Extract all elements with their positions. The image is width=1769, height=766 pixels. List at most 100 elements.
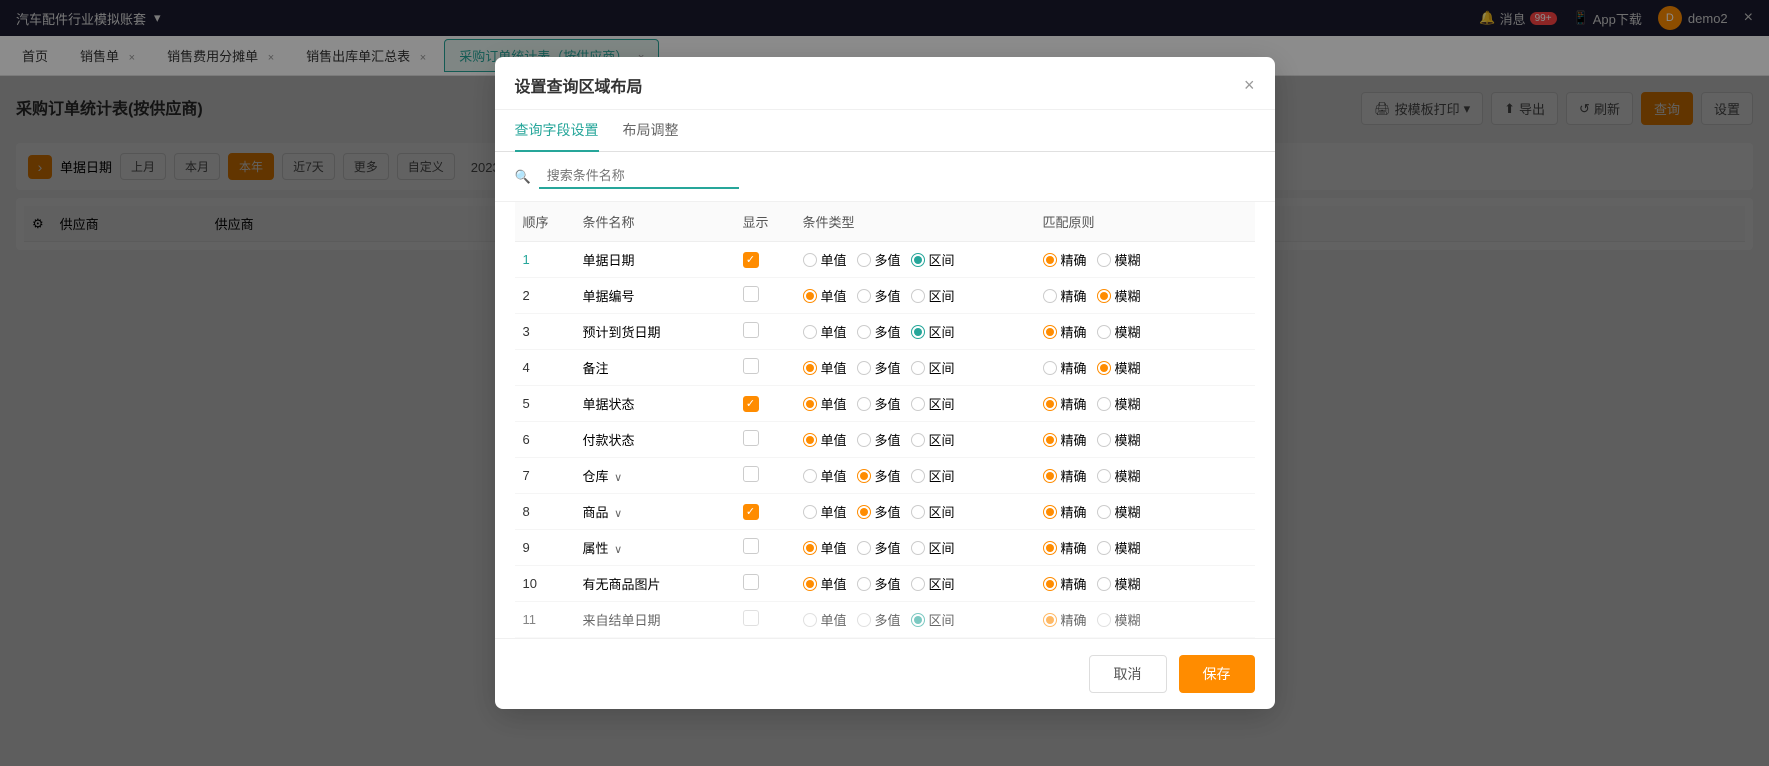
display-checkbox[interactable] — [743, 286, 803, 305]
match-exact[interactable]: 精确 — [1043, 574, 1087, 593]
match-exact[interactable]: 精确 — [1043, 286, 1087, 305]
type-multi[interactable]: 多值 — [857, 358, 901, 377]
type-multi[interactable]: 多值 — [857, 286, 901, 305]
match-fuzzy[interactable]: 模糊 — [1097, 430, 1141, 449]
match-fuzzy[interactable]: 模糊 — [1097, 574, 1141, 593]
type-single[interactable]: 单值 — [803, 322, 847, 341]
match-exact[interactable]: 精确 — [1043, 250, 1087, 269]
cancel-button[interactable]: 取消 — [1089, 655, 1167, 693]
col-header-order: 顺序 — [523, 212, 583, 231]
match-exact[interactable]: 精确 — [1043, 322, 1087, 341]
type-radio-group: 单值 多值 区间 — [803, 466, 1043, 485]
type-range[interactable]: 区间 — [911, 358, 955, 377]
type-multi[interactable]: 多值 — [857, 574, 901, 593]
type-range[interactable]: 区间 — [911, 538, 955, 557]
type-multi[interactable]: 多值 — [857, 538, 901, 557]
dialog-tab-query-fields[interactable]: 查询字段设置 — [515, 110, 599, 152]
search-input[interactable] — [539, 164, 739, 189]
display-checkbox[interactable] — [743, 538, 803, 557]
match-exact[interactable]: 精确 — [1043, 502, 1087, 521]
type-single[interactable]: 单值 — [803, 250, 847, 269]
type-multi[interactable]: 多值 — [857, 502, 901, 521]
type-multi[interactable]: 多值 — [857, 430, 901, 449]
checkbox-checked[interactable] — [743, 252, 759, 268]
checkbox-unchecked[interactable] — [743, 466, 759, 482]
type-range[interactable]: 区间 — [911, 250, 955, 269]
checkbox-unchecked[interactable] — [743, 574, 759, 590]
type-multi[interactable]: 多值 — [857, 610, 901, 629]
type-range[interactable]: 区间 — [911, 394, 955, 413]
row-num: 4 — [523, 360, 583, 375]
type-range[interactable]: 区间 — [911, 610, 955, 629]
type-range[interactable]: 区间 — [911, 502, 955, 521]
table-row: 5 单据状态 单值 多值 区间 精确 模糊 — [515, 386, 1255, 422]
checkbox-unchecked[interactable] — [743, 610, 759, 626]
display-checkbox[interactable] — [743, 251, 803, 268]
type-range[interactable]: 区间 — [911, 574, 955, 593]
match-exact[interactable]: 精确 — [1043, 538, 1087, 557]
match-radio-group: 精确 模糊 — [1043, 286, 1243, 305]
type-single[interactable]: 单值 — [803, 538, 847, 557]
type-single[interactable]: 单值 — [803, 358, 847, 377]
type-single[interactable]: 单值 — [803, 502, 847, 521]
display-checkbox[interactable] — [743, 503, 803, 520]
checkbox-unchecked[interactable] — [743, 358, 759, 374]
match-exact[interactable]: 精确 — [1043, 466, 1087, 485]
checkbox-unchecked[interactable] — [743, 286, 759, 302]
match-fuzzy[interactable]: 模糊 — [1097, 358, 1141, 377]
display-checkbox[interactable] — [743, 574, 803, 593]
match-exact[interactable]: 精确 — [1043, 358, 1087, 377]
checkbox-unchecked[interactable] — [743, 430, 759, 446]
display-checkbox[interactable] — [743, 322, 803, 341]
match-radio-group: 精确 模糊 — [1043, 430, 1243, 449]
type-multi[interactable]: 多值 — [857, 322, 901, 341]
match-fuzzy[interactable]: 模糊 — [1097, 538, 1141, 557]
checkbox-checked[interactable] — [743, 396, 759, 412]
display-checkbox[interactable] — [743, 430, 803, 449]
type-radio-group: 单值 多值 区间 — [803, 286, 1043, 305]
type-single[interactable]: 单值 — [803, 610, 847, 629]
match-fuzzy[interactable]: 模糊 — [1097, 322, 1141, 341]
type-single[interactable]: 单值 — [803, 574, 847, 593]
type-radio-group: 单值 多值 区间 — [803, 322, 1043, 341]
type-single[interactable]: 单值 — [803, 466, 847, 485]
checkbox-unchecked[interactable] — [743, 538, 759, 554]
match-fuzzy[interactable]: 模糊 — [1097, 610, 1141, 629]
match-fuzzy[interactable]: 模糊 — [1097, 394, 1141, 413]
table-row: 7 仓库 ∨ 单值 多值 区间 精确 模糊 — [515, 458, 1255, 494]
table-row: 11 来自结单日期 单值 多值 区间 精确 模糊 — [515, 602, 1255, 638]
type-single[interactable]: 单值 — [803, 394, 847, 413]
condition-name: 备注 — [583, 358, 743, 377]
display-checkbox[interactable] — [743, 610, 803, 629]
row-num: 11 — [523, 612, 583, 627]
display-checkbox[interactable] — [743, 395, 803, 412]
type-range[interactable]: 区间 — [911, 466, 955, 485]
match-exact[interactable]: 精确 — [1043, 610, 1087, 629]
type-range[interactable]: 区间 — [911, 430, 955, 449]
match-fuzzy[interactable]: 模糊 — [1097, 466, 1141, 485]
match-exact[interactable]: 精确 — [1043, 394, 1087, 413]
dialog-header: 设置查询区域布局 × — [495, 57, 1275, 110]
checkbox-checked[interactable] — [743, 504, 759, 520]
save-button[interactable]: 保存 — [1179, 655, 1255, 693]
type-range[interactable]: 区间 — [911, 322, 955, 341]
condition-name: 单据编号 — [583, 286, 743, 305]
display-checkbox[interactable] — [743, 466, 803, 485]
match-fuzzy[interactable]: 模糊 — [1097, 286, 1141, 305]
display-checkbox[interactable] — [743, 358, 803, 377]
checkbox-unchecked[interactable] — [743, 322, 759, 338]
type-single[interactable]: 单值 — [803, 430, 847, 449]
dialog-tab-layout[interactable]: 布局调整 — [623, 110, 679, 152]
condition-name: 有无商品图片 — [583, 574, 743, 593]
match-fuzzy[interactable]: 模糊 — [1097, 250, 1141, 269]
dialog-close-button[interactable]: × — [1244, 75, 1255, 96]
condition-name: 商品 ∨ — [583, 502, 743, 521]
type-multi[interactable]: 多值 — [857, 466, 901, 485]
type-range[interactable]: 区间 — [911, 286, 955, 305]
type-single[interactable]: 单值 — [803, 286, 847, 305]
match-fuzzy[interactable]: 模糊 — [1097, 502, 1141, 521]
match-radio-group: 精确 模糊 — [1043, 538, 1243, 557]
type-multi[interactable]: 多值 — [857, 394, 901, 413]
match-exact[interactable]: 精确 — [1043, 430, 1087, 449]
type-multi[interactable]: 多值 — [857, 250, 901, 269]
